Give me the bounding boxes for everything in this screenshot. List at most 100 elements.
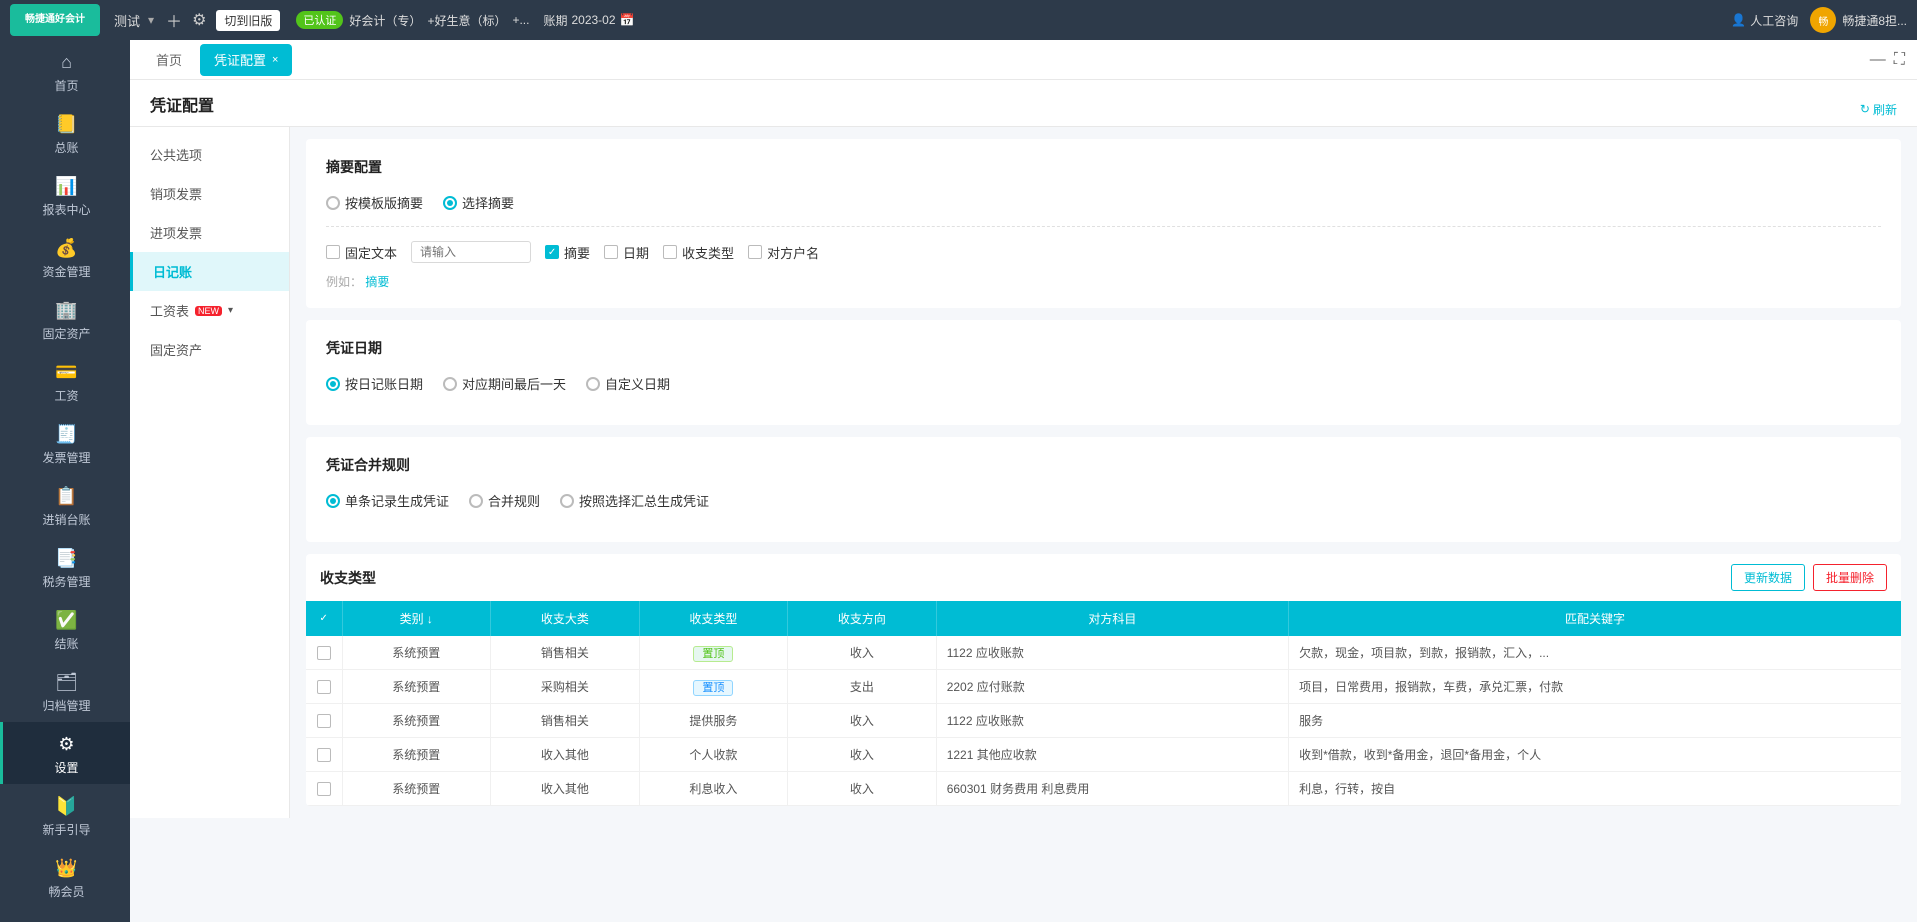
checkbox-date[interactable]: 日期 bbox=[604, 243, 649, 262]
row-checkbox-0[interactable] bbox=[317, 646, 331, 660]
tab-bar-right: — ⛶ bbox=[1870, 51, 1905, 69]
left-nav: 公共选项 销项发票 进项发票 日记账 工资表 NEW ▾ bbox=[130, 127, 290, 818]
payroll-expand-icon[interactable]: ▾ bbox=[228, 305, 233, 316]
two-panel: 公共选项 销项发票 进项发票 日记账 工资表 NEW ▾ bbox=[130, 127, 1917, 818]
avatar: 畅 bbox=[1810, 7, 1836, 33]
select-all-checkbox[interactable]: ✓ bbox=[317, 612, 331, 626]
checkbox-type[interactable]: 收支类型 bbox=[663, 243, 734, 262]
sidebar-item-guide[interactable]: 🔰 新手引导 bbox=[0, 784, 130, 846]
sidebar-item-purchase[interactable]: 📋 进销台账 bbox=[0, 474, 130, 536]
sidebar-item-archive[interactable]: 🗂 归档管理 bbox=[0, 660, 130, 722]
th-checkbox: ✓ bbox=[306, 601, 342, 636]
income-expense-title: 收支类型 bbox=[320, 568, 376, 588]
sidebar-item-asset[interactable]: 🏢 固定资产 bbox=[0, 288, 130, 350]
closing-icon: ✅ bbox=[55, 610, 77, 631]
good-biz-badge: +好生意（标） bbox=[427, 12, 506, 29]
sidebar-item-salary[interactable]: 💳 工资 bbox=[0, 350, 130, 412]
th-direction: 收支方向 bbox=[788, 601, 937, 636]
tab-close-icon[interactable]: × bbox=[272, 54, 278, 66]
voucher-merge-section: 凭证合并规则 单条记录生成凭证 合并规则 bbox=[306, 437, 1901, 542]
left-nav-public[interactable]: 公共选项 bbox=[130, 135, 289, 174]
tax-icon: 📑 bbox=[55, 548, 77, 569]
radio-single[interactable]: 单条记录生成凭证 bbox=[326, 491, 449, 510]
good-accounting-badge: 好会计（专） bbox=[349, 12, 421, 29]
checkbox-summary-box: ✓ bbox=[545, 245, 559, 259]
top-bar: 畅捷通好会计 测试 ▾ ＋ ⚙ 切到旧版 已认证 好会计（专） +好生意（标） … bbox=[0, 0, 1917, 40]
left-nav-payroll[interactable]: 工资表 NEW ▾ bbox=[130, 291, 289, 330]
sub-type-tag[interactable]: 置顶 bbox=[693, 646, 733, 662]
sidebar-item-closing[interactable]: ✅ 结账 bbox=[0, 598, 130, 660]
user-menu[interactable]: 畅 畅捷通8担... bbox=[1810, 7, 1907, 33]
update-data-button[interactable]: 更新数据 bbox=[1731, 564, 1805, 591]
radio-select-summary[interactable]: 选择摘要 bbox=[443, 193, 514, 212]
radio-single-dot bbox=[330, 498, 336, 504]
tab-home[interactable]: 首页 bbox=[142, 44, 196, 76]
row-checkbox-4[interactable] bbox=[317, 782, 331, 796]
th-main-type: 收支大类 bbox=[491, 601, 640, 636]
customer-service-button[interactable]: 👤 人工咨询 bbox=[1731, 12, 1798, 29]
sidebar-item-invoice[interactable]: 🧾 发票管理 bbox=[0, 412, 130, 474]
tab-minimize-button[interactable]: — bbox=[1870, 51, 1886, 69]
radio-last-day-circle bbox=[443, 377, 457, 391]
sidebar-item-home[interactable]: ⌂ 首页 bbox=[0, 40, 130, 102]
voucher-date-radio-group: 按日记账日期 对应期间最后一天 自定义日期 bbox=[326, 374, 1881, 393]
td-direction: 收入 bbox=[788, 772, 937, 806]
radio-select-total-circle bbox=[560, 494, 574, 508]
sidebar-item-fund[interactable]: 💰 资金管理 bbox=[0, 226, 130, 288]
checkbox-counterparty[interactable]: 对方户名 bbox=[748, 243, 819, 262]
table-row: 系统预置销售相关置顶收入1122 应收账款欠款，现金，项目款，到款，报销款，汇入… bbox=[306, 636, 1901, 670]
add-icon[interactable]: ＋ bbox=[166, 8, 182, 32]
radio-template-summary[interactable]: 按模板版摘要 bbox=[326, 193, 423, 212]
checkbox-fixed-text[interactable]: 固定文本 bbox=[326, 243, 397, 262]
switch-version-button[interactable]: 切到旧版 bbox=[216, 10, 280, 31]
td-direction: 收入 bbox=[788, 704, 937, 738]
td-category: 系统预置 bbox=[342, 704, 491, 738]
income-expense-table: ✓ 类别 ↓ 收支大类 收支类型 收支方向 对方科目 匹配关键字 bbox=[306, 601, 1901, 806]
row-checkbox-3[interactable] bbox=[317, 748, 331, 762]
radio-merge-rule[interactable]: 合并规则 bbox=[469, 491, 540, 510]
tab-voucher-config[interactable]: 凭证配置 × bbox=[200, 44, 292, 76]
sub-type-tag[interactable]: 置顶 bbox=[693, 680, 733, 696]
fixed-text-input[interactable] bbox=[411, 241, 531, 263]
left-nav-purchase-invoice[interactable]: 进项发票 bbox=[130, 213, 289, 252]
row-checkbox-1[interactable] bbox=[317, 680, 331, 694]
left-nav-sales-invoice[interactable]: 销项发票 bbox=[130, 174, 289, 213]
batch-delete-button[interactable]: 批量删除 bbox=[1813, 564, 1887, 591]
left-nav-journal[interactable]: 日记账 bbox=[130, 252, 289, 291]
top-bar-badges: 已认证 好会计（专） +好生意（标） +... bbox=[296, 11, 529, 29]
page-header: 凭证配置 ↻ 刷新 bbox=[130, 80, 1917, 127]
checkbox-summary[interactable]: ✓ 摘要 bbox=[545, 243, 590, 262]
th-keywords: 匹配关键字 bbox=[1289, 601, 1901, 636]
summary-section-title: 摘要配置 bbox=[326, 157, 1881, 177]
sidebar-item-tax[interactable]: 📑 税务管理 bbox=[0, 536, 130, 598]
top-bar-right: 👤 人工咨询 畅 畅捷通8担... bbox=[1731, 7, 1907, 33]
sidebar-item-report[interactable]: 📊 报表中心 bbox=[0, 164, 130, 226]
tab-fullscreen-button[interactable]: ⛶ bbox=[1894, 51, 1905, 69]
left-nav-fixed-asset[interactable]: 固定资产 bbox=[130, 330, 289, 369]
td-main-type: 销售相关 bbox=[491, 704, 640, 738]
checkbox-date-box bbox=[604, 245, 618, 259]
page-title: 凭证配置 bbox=[150, 92, 214, 126]
period-label: 账期 bbox=[543, 12, 567, 29]
company-dropdown-icon[interactable]: ▾ bbox=[148, 13, 154, 27]
radio-custom-date-circle bbox=[586, 377, 600, 391]
radio-journal-date[interactable]: 按日记账日期 bbox=[326, 374, 423, 393]
settings-icon[interactable]: ⚙ bbox=[192, 10, 206, 30]
refresh-button[interactable]: ↻ 刷新 bbox=[1860, 101, 1897, 118]
radio-last-day[interactable]: 对应期间最后一天 bbox=[443, 374, 566, 393]
period-info: 账期 2023-02 📅 bbox=[543, 12, 634, 29]
radio-select-total[interactable]: 按照选择汇总生成凭证 bbox=[560, 491, 709, 510]
service-icon: 👤 bbox=[1731, 13, 1746, 27]
sidebar-item-ledger[interactable]: 📒 总账 bbox=[0, 102, 130, 164]
row-checkbox-2[interactable] bbox=[317, 714, 331, 728]
radio-custom-date[interactable]: 自定义日期 bbox=[586, 374, 670, 393]
sidebar-item-settings[interactable]: ⚙ 设置 bbox=[0, 722, 130, 784]
username-label: 畅捷通8担... bbox=[1842, 12, 1907, 29]
td-sub-type: 置顶 bbox=[639, 636, 788, 670]
certified-badge: 已认证 bbox=[296, 11, 343, 29]
td-main-type: 销售相关 bbox=[491, 636, 640, 670]
top-bar-icons: ＋ ⚙ 切到旧版 bbox=[166, 8, 280, 32]
calendar-icon[interactable]: 📅 bbox=[620, 13, 635, 27]
ledger-icon: 📒 bbox=[55, 114, 77, 135]
sidebar-item-member[interactable]: 👑 畅会员 bbox=[0, 846, 130, 908]
